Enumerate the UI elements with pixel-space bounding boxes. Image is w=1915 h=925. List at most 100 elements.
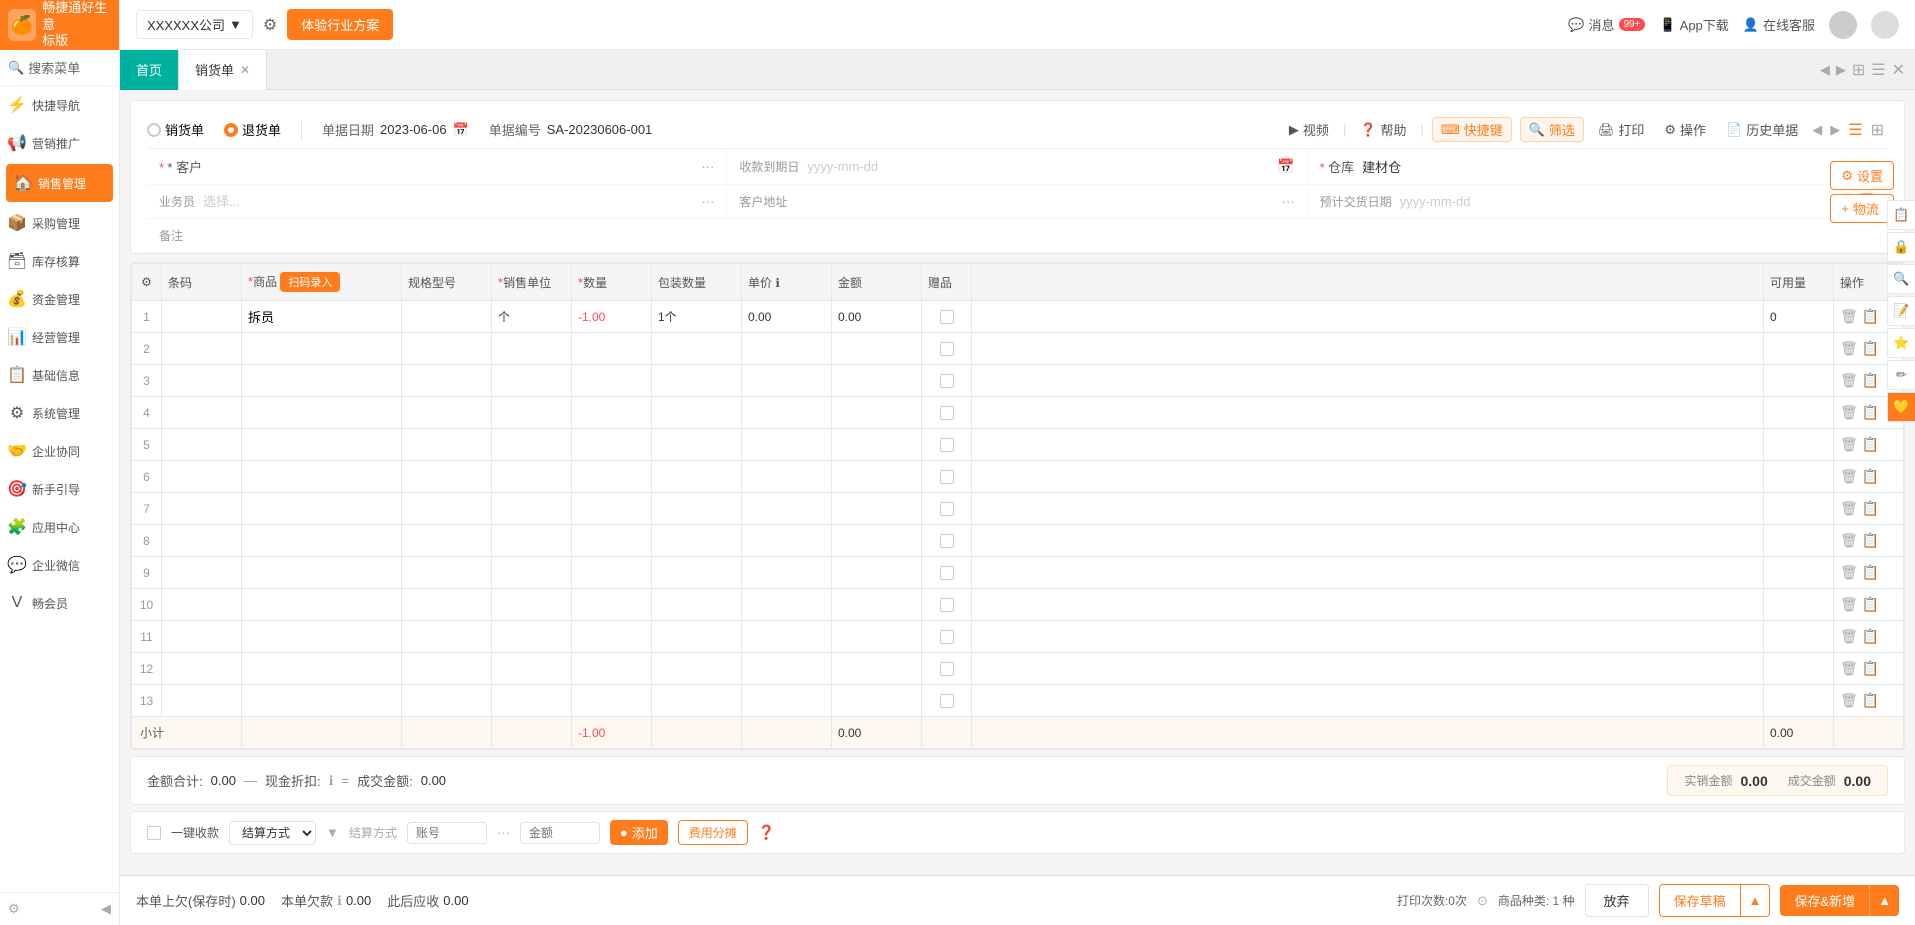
gift-checkbox-5[interactable] <box>940 438 954 452</box>
row-pkg-qty-13[interactable] <box>652 685 742 717</box>
row-notes-8[interactable] <box>972 525 1764 557</box>
row-unit-7[interactable] <box>492 493 572 525</box>
row-qty-4[interactable] <box>572 397 652 429</box>
row-amount-4[interactable] <box>832 397 922 429</box>
row-unit-3[interactable] <box>492 365 572 397</box>
row-qty-7[interactable] <box>572 493 652 525</box>
message-button[interactable]: 💬 消息 99+ <box>1568 15 1645 34</box>
address-dots[interactable]: ··· <box>1282 194 1295 209</box>
row-amount-3[interactable] <box>832 365 922 397</box>
rf-item-1[interactable]: 📋 <box>1887 200 1915 230</box>
gift-checkbox-7[interactable] <box>940 502 954 516</box>
payment-due-calendar-icon[interactable]: 📅 <box>1277 158 1294 175</box>
account-input[interactable] <box>407 822 487 844</box>
row-spec-11[interactable] <box>402 621 492 653</box>
row-pkg-qty-2[interactable] <box>652 333 742 365</box>
row-copy-5[interactable]: 📋 <box>1862 436 1879 453</box>
row-amount-8[interactable] <box>832 525 922 557</box>
row-pkg-qty-9[interactable] <box>652 557 742 589</box>
customer-dots[interactable]: ··· <box>701 159 714 174</box>
row-delete-3[interactable]: 🗑 <box>1840 372 1858 389</box>
company-selector[interactable]: XXXXXX公司 ▼ <box>136 10 253 39</box>
row-copy-1[interactable]: 📋 <box>1862 308 1879 325</box>
row-barcode-3[interactable] <box>162 365 242 397</box>
row-product-3[interactable] <box>242 365 402 397</box>
row-delete-1[interactable]: 🗑 <box>1840 308 1858 325</box>
row-unit-1[interactable]: 个 <box>492 301 572 333</box>
row-gift-7[interactable] <box>922 493 972 525</box>
online-support-button[interactable]: 👤 在线客服 <box>1743 15 1815 34</box>
sidebar-item-wechat[interactable]: 💬 企业微信 <box>0 546 119 584</box>
rf-item-6[interactable]: ✏ <box>1887 360 1915 390</box>
payment-due-input[interactable] <box>807 159 1269 174</box>
row-copy-2[interactable]: 📋 <box>1862 340 1879 357</box>
row-product-12[interactable] <box>242 653 402 685</box>
view-list-icon[interactable]: ☰ <box>1848 120 1862 140</box>
row-unit-8[interactable] <box>492 525 572 557</box>
view-grid-icon[interactable]: ⊞ <box>1871 120 1884 140</box>
row-barcode-9[interactable] <box>162 557 242 589</box>
row-gift-4[interactable] <box>922 397 972 429</box>
gift-checkbox-8[interactable] <box>940 534 954 548</box>
logistics-btn[interactable]: + 物流 <box>1830 194 1894 223</box>
row-pkg-qty-5[interactable] <box>652 429 742 461</box>
row-qty-1[interactable]: -1.00 <box>572 301 652 333</box>
row-barcode-11[interactable] <box>162 621 242 653</box>
row-unit-price-4[interactable] <box>742 397 832 429</box>
history-btn[interactable]: 📄 历史单据 <box>1720 118 1804 141</box>
row-amount-11[interactable] <box>832 621 922 653</box>
row-unit-price-13[interactable] <box>742 685 832 717</box>
row-barcode-13[interactable] <box>162 685 242 717</box>
add-payment-button[interactable]: ● 添加 <box>610 820 668 845</box>
row-gift-12[interactable] <box>922 653 972 685</box>
row-spec-4[interactable] <box>402 397 492 429</box>
settings-btn[interactable]: ⚙ 设置 <box>1830 161 1894 190</box>
row-product-5[interactable] <box>242 429 402 461</box>
row-notes-12[interactable] <box>972 653 1764 685</box>
row-notes-5[interactable] <box>972 429 1764 461</box>
row-amount-5[interactable] <box>832 429 922 461</box>
row-unit-13[interactable] <box>492 685 572 717</box>
row-barcode-5[interactable] <box>162 429 242 461</box>
row-spec-13[interactable] <box>402 685 492 717</box>
search-menu[interactable]: 🔍 搜索菜单 <box>0 50 119 86</box>
row-gift-8[interactable] <box>922 525 972 557</box>
row-notes-11[interactable] <box>972 621 1764 653</box>
row-unit-price-1[interactable]: 0.00 <box>742 301 832 333</box>
amount-input[interactable] <box>520 822 600 844</box>
row-amount-2[interactable] <box>832 333 922 365</box>
row-unit-6[interactable] <box>492 461 572 493</box>
row-unit-price-3[interactable] <box>742 365 832 397</box>
row-amount-9[interactable] <box>832 557 922 589</box>
sidebar-item-guide[interactable]: 🎯 新手引导 <box>0 470 119 508</box>
row-copy-10[interactable]: 📋 <box>1862 596 1879 613</box>
row-product-13[interactable] <box>242 685 402 717</box>
row-qty-11[interactable] <box>572 621 652 653</box>
account-dots[interactable]: ··· <box>497 825 510 840</box>
row-pkg-qty-4[interactable] <box>652 397 742 429</box>
video-btn[interactable]: ▶ 视频 <box>1283 118 1335 141</box>
operate-btn[interactable]: ⚙ 操作 <box>1658 118 1712 141</box>
row-amount-10[interactable] <box>832 589 922 621</box>
sidebar-collapse-icon[interactable]: ◀ <box>101 901 111 917</box>
row-gift-9[interactable] <box>922 557 972 589</box>
row-notes-2[interactable] <box>972 333 1764 365</box>
row-unit-price-5[interactable] <box>742 429 832 461</box>
row-product-10[interactable] <box>242 589 402 621</box>
row-unit-price-8[interactable] <box>742 525 832 557</box>
filter-btn[interactable]: 🔍 筛选 <box>1520 117 1584 142</box>
gift-checkbox-12[interactable] <box>940 662 954 676</box>
tab-home[interactable]: 首页 <box>120 50 179 90</box>
row-copy-3[interactable]: 📋 <box>1862 372 1879 389</box>
customer-input[interactable] <box>210 159 693 174</box>
col-settings[interactable]: ⚙ <box>132 264 162 301</box>
row-notes-3[interactable] <box>972 365 1764 397</box>
row-barcode-10[interactable] <box>162 589 242 621</box>
row-product-9[interactable] <box>242 557 402 589</box>
row-unit-price-6[interactable] <box>742 461 832 493</box>
nav-next-icon[interactable]: ▶ <box>1830 122 1840 138</box>
gift-checkbox-6[interactable] <box>940 470 954 484</box>
row-gift-10[interactable] <box>922 589 972 621</box>
row-gift-13[interactable] <box>922 685 972 717</box>
customer-address-input[interactable] <box>795 194 1273 209</box>
